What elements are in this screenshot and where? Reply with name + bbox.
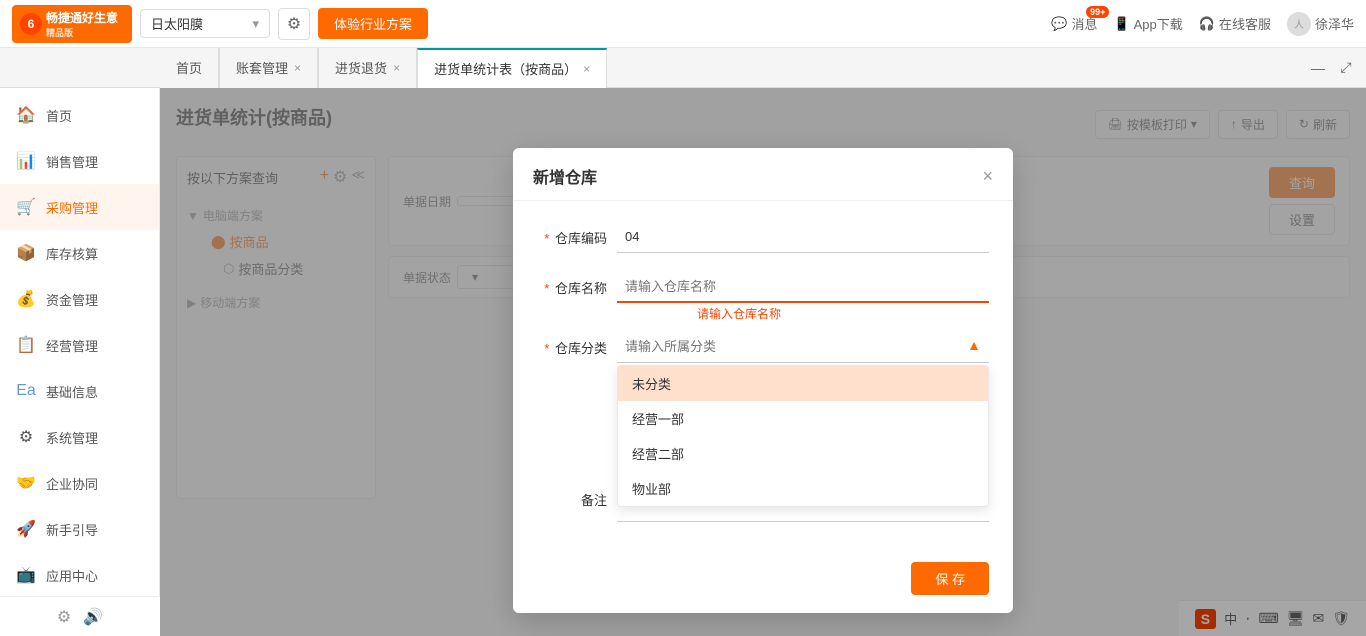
- required-star-name: *: [544, 281, 549, 296]
- inventory-icon: 📦: [16, 243, 36, 263]
- category-dropdown-list: 未分类 经营一部 经营二部 物业部: [617, 365, 989, 507]
- notification-button[interactable]: 💬 消息 99+: [1051, 14, 1097, 33]
- tab-minimize-button[interactable]: —: [1306, 56, 1330, 80]
- name-error-message: 请输入仓库名称: [697, 305, 781, 322]
- basic-info-icon: Ea: [16, 382, 36, 400]
- finance-icon: 💰: [16, 289, 36, 309]
- store-selector[interactable]: 日太阳膜 ▾: [140, 9, 270, 38]
- logo-area: 6 畅捷通好生意 精品版: [12, 5, 132, 43]
- warehouse-category-row: * 仓库分类 ▲ 未分类 经营一部 经营二部 物业部: [537, 331, 989, 363]
- chevron-down-icon: ▾: [252, 16, 259, 32]
- sidebar-item-finance[interactable]: 💰 资金管理: [0, 276, 159, 322]
- purchase-icon: 🛒: [16, 197, 36, 217]
- sidebar-item-guide[interactable]: 🚀 新手引导: [0, 506, 159, 552]
- dropdown-item-uncategorized[interactable]: 未分类: [618, 366, 988, 401]
- warehouse-name-input[interactable]: [617, 271, 989, 303]
- required-star-code: *: [544, 231, 549, 246]
- dropdown-item-property[interactable]: 物业部: [618, 471, 988, 506]
- code-label: * 仓库编码: [537, 221, 617, 247]
- main-layout: 🏠 首页 📊 销售管理 🛒 采购管理 📦 库存核算 💰 资金管理 📋 经营管理 …: [0, 88, 1366, 636]
- dropdown-item-ops1[interactable]: 经营一部: [618, 401, 988, 436]
- required-star-category: *: [544, 341, 549, 356]
- avatar: 人: [1287, 12, 1311, 36]
- modal-close-button[interactable]: ×: [982, 167, 993, 185]
- tab-controls: — ⤢: [1306, 56, 1366, 80]
- sidebar-item-purchase[interactable]: 🛒 采购管理: [0, 184, 159, 230]
- new-warehouse-modal: 新增仓库 × * 仓库编码 *: [513, 148, 1013, 613]
- gear-button[interactable]: ⚙: [278, 8, 310, 40]
- modal-header: 新增仓库 ×: [513, 148, 1013, 201]
- notification-icon: 💬: [1051, 16, 1067, 32]
- settings-bottom-icon[interactable]: ⚙: [57, 607, 71, 627]
- tab-purchase-stats[interactable]: 进货单统计表（按商品） ×: [417, 48, 607, 88]
- sidebar-item-inventory[interactable]: 📦 库存核算: [0, 230, 159, 276]
- warehouse-name-row: * 仓库名称 请输入仓库名称: [537, 271, 989, 303]
- remark-label: 备注: [537, 483, 617, 509]
- warehouse-code-input[interactable]: [617, 221, 989, 253]
- logo-text: 畅捷通好生意 精品版: [46, 9, 118, 39]
- app-download-button[interactable]: 📱 App下载: [1113, 14, 1182, 33]
- sales-icon: 📊: [16, 151, 36, 171]
- modal-overlay: 新增仓库 × * 仓库编码 *: [160, 88, 1366, 636]
- name-label: * 仓库名称: [537, 271, 617, 297]
- sidebar: 🏠 首页 📊 销售管理 🛒 采购管理 📦 库存核算 💰 资金管理 📋 经营管理 …: [0, 88, 160, 636]
- top-bar: 6 畅捷通好生意 精品版 日太阳膜 ▾ ⚙ 体验行业方案 💬 消息 99+ 📱 …: [0, 0, 1366, 48]
- save-button[interactable]: 保 存: [911, 562, 989, 595]
- warehouse-code-row: * 仓库编码: [537, 221, 989, 253]
- experience-button[interactable]: 体验行业方案: [318, 8, 428, 39]
- user-menu-button[interactable]: 人 徐泽华: [1287, 12, 1354, 36]
- tab-account[interactable]: 账套管理 ×: [219, 48, 318, 88]
- speaker-icon[interactable]: 🔊: [83, 607, 103, 627]
- sidebar-item-sales[interactable]: 📊 销售管理: [0, 138, 159, 184]
- sidebar-item-system[interactable]: ⚙ 系统管理: [0, 414, 159, 460]
- gear-icon: ⚙: [287, 14, 301, 34]
- sidebar-item-app-center[interactable]: 📺 应用中心: [0, 552, 159, 598]
- dropdown-item-ops2[interactable]: 经营二部: [618, 436, 988, 471]
- modal-title: 新增仓库: [533, 164, 597, 188]
- guide-icon: 🚀: [16, 519, 36, 539]
- tab-close-purchase-stats[interactable]: ×: [583, 62, 590, 76]
- enterprise-icon: 🤝: [16, 473, 36, 493]
- sidebar-item-basic-info[interactable]: Ea 基础信息: [0, 368, 159, 414]
- app-center-icon: 📺: [16, 565, 36, 585]
- tab-close-account[interactable]: ×: [294, 61, 301, 75]
- category-input[interactable]: [617, 331, 989, 363]
- content-area: 进货单统计(按商品) 🖨 按模板打印 ▾ ↑ 导出 ↻ 刷新: [160, 88, 1366, 636]
- modal-footer: 保 存: [513, 550, 1013, 613]
- modal-body: * 仓库编码 * 仓库名称 请输入仓库名称: [513, 201, 1013, 550]
- phone-icon: 📱: [1113, 16, 1129, 32]
- top-right-area: 💬 消息 99+ 📱 App下载 🎧 在线客服 人 徐泽华: [1051, 12, 1354, 36]
- operations-icon: 📋: [16, 335, 36, 355]
- system-icon: ⚙: [16, 427, 36, 447]
- online-service-button[interactable]: 🎧 在线客服: [1199, 14, 1271, 33]
- category-dropdown-arrow[interactable]: ▲: [967, 337, 981, 353]
- tab-close-purchase-return[interactable]: ×: [393, 61, 400, 75]
- sidebar-bottom-bar: ⚙ 🔊: [0, 596, 160, 636]
- sidebar-item-operations[interactable]: 📋 经营管理: [0, 322, 159, 368]
- category-label: * 仓库分类: [537, 331, 617, 357]
- tab-purchase-return[interactable]: 进货退货 ×: [318, 48, 417, 88]
- category-select-wrapper: ▲ 未分类 经营一部 经营二部 物业部: [617, 331, 989, 363]
- headset-icon: 🎧: [1199, 16, 1215, 32]
- sidebar-item-enterprise[interactable]: 🤝 企业协同: [0, 460, 159, 506]
- tab-expand-button[interactable]: ⤢: [1334, 56, 1358, 80]
- logo-icon: 6: [20, 13, 42, 35]
- tab-bar: 首页 账套管理 × 进货退货 × 进货单统计表（按商品） × — ⤢: [0, 48, 1366, 88]
- sidebar-item-home[interactable]: 🏠 首页: [0, 92, 159, 138]
- home-icon: 🏠: [16, 105, 36, 125]
- tab-home[interactable]: 首页: [160, 48, 219, 88]
